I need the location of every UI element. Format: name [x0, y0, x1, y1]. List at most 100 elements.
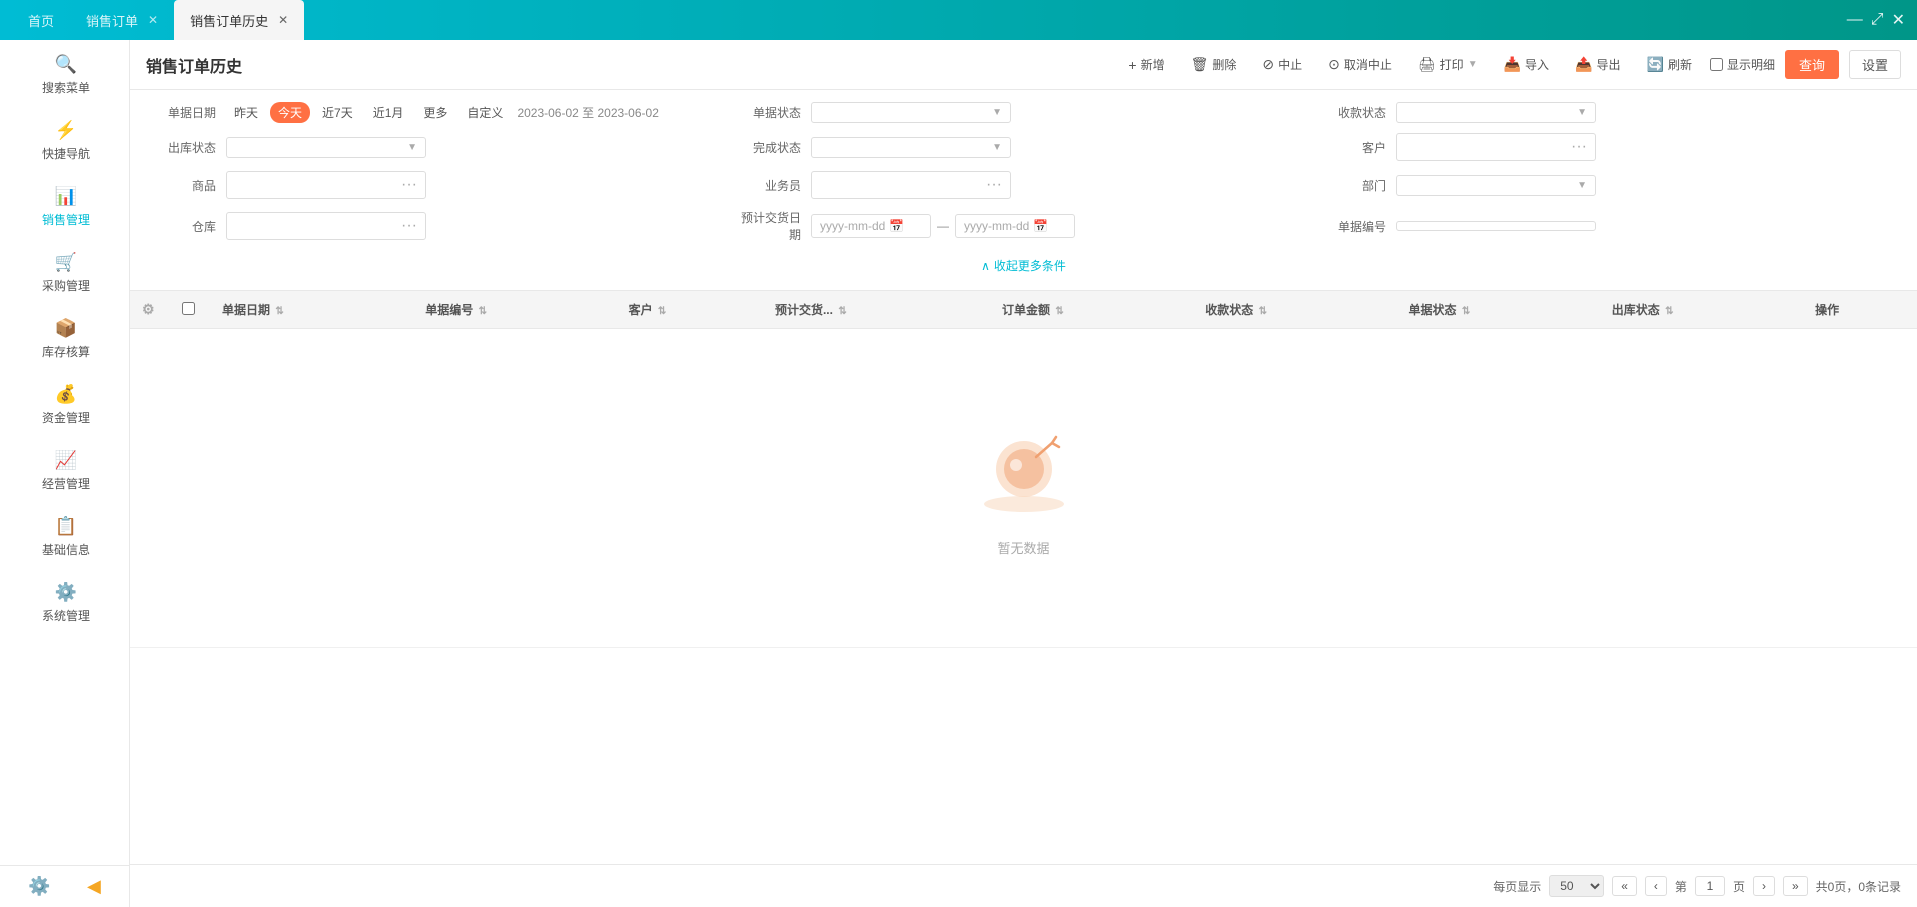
customer-dots[interactable]: ··· [1571, 138, 1587, 156]
department-control: ▼ [1396, 175, 1901, 196]
table-header-row: ⚙ 单据日期 ⇅ 单据编号 ⇅ [130, 291, 1917, 329]
tab-home[interactable]: 首页 [12, 0, 70, 40]
date-tab-yesterday[interactable]: 昨天 [226, 102, 266, 123]
calendar-start-icon: 📅 [889, 219, 904, 233]
collapse-bar[interactable]: ∧ 收起更多条件 [146, 253, 1901, 278]
sidebar-item-basic-info[interactable]: 📋 基础信息 [0, 502, 129, 568]
cancel-stop-button[interactable]: ⊙ 取消中止 [1320, 52, 1400, 77]
sidebar-settings-icon[interactable]: ⚙️ [28, 876, 50, 897]
window-close-icon[interactable]: ✕ [1892, 10, 1905, 30]
sidebar-item-quick-nav[interactable]: ⚡ 快捷导航 [0, 106, 129, 172]
display-toggle-checkbox[interactable] [1710, 58, 1723, 71]
sidebar: 🔍 搜索菜单 ⚡ 快捷导航 📊 销售管理 🛒 采购管理 📦 库存核算 💰 资金管… [0, 40, 130, 907]
tab-sales-order-history-close[interactable]: ✕ [278, 13, 288, 27]
system-mgmt-icon: ⚙️ [55, 582, 77, 603]
query-button[interactable]: 查询 [1785, 50, 1839, 79]
date-tab-last1m[interactable]: 近1月 [365, 102, 412, 123]
sort-delivery-status-icon: ⇅ [1665, 306, 1673, 317]
empty-state-illustration [964, 419, 1084, 522]
filter-row-2: 出库状态 ▼ 完成状态 ▼ 客户 [146, 133, 1901, 161]
th-customer[interactable]: 客户 ⇅ [617, 291, 763, 329]
sort-date-icon: ⇅ [275, 306, 283, 317]
warehouse-select[interactable]: ··· [226, 212, 426, 240]
search-menu-icon: 🔍 [55, 54, 77, 75]
window-maximize-icon[interactable]: ⤢ [1871, 11, 1884, 29]
refresh-icon: 🔄 [1647, 56, 1664, 73]
import-button[interactable]: 📥 导入 [1496, 52, 1557, 77]
warehouse-label: 仓库 [146, 218, 226, 235]
stop-button[interactable]: ⊘ 中止 [1254, 52, 1310, 77]
total-info: 共0页，0条记录 [1816, 878, 1901, 895]
delivery-date-control: yyyy-mm-dd 📅 — yyyy-mm-dd 📅 [811, 214, 1316, 238]
th-date[interactable]: 单据日期 ⇅ [210, 291, 413, 329]
table-settings-icon[interactable]: ⚙ [142, 301, 155, 317]
empty-state: 暂无数据 [142, 339, 1905, 637]
print-button[interactable]: 🖨 打印 ▼ [1410, 52, 1486, 77]
tab-sales-order-history[interactable]: 销售订单历史 ✕ [174, 0, 304, 40]
payment-status-select[interactable]: ▼ [1396, 102, 1596, 123]
export-button[interactable]: 📤 导出 [1567, 52, 1628, 77]
salesperson-dots[interactable]: ··· [986, 176, 1002, 194]
sidebar-item-inventory[interactable]: 📦 库存核算 [0, 304, 129, 370]
date-tab-custom[interactable]: 自定义 [459, 102, 511, 123]
topbar-right: — ⤢ ✕ [1847, 10, 1905, 30]
delivery-status-arrow: ▼ [407, 142, 417, 153]
table-area: ⚙ 单据日期 ⇅ 单据编号 ⇅ [130, 291, 1917, 864]
first-page-button[interactable]: « [1612, 876, 1637, 896]
select-all-checkbox[interactable] [182, 302, 195, 315]
order-no-control [1396, 221, 1901, 231]
delivery-date-end-input[interactable]: yyyy-mm-dd 📅 [955, 214, 1075, 238]
salesperson-select[interactable]: ··· [811, 171, 1011, 199]
order-no-input[interactable] [1396, 221, 1596, 231]
refresh-button[interactable]: 🔄 刷新 [1639, 52, 1700, 77]
th-action: 操作 [1803, 291, 1917, 329]
department-select[interactable]: ▼ [1396, 175, 1596, 196]
window-minimize-icon[interactable]: — [1847, 11, 1863, 29]
customer-label: 客户 [1316, 139, 1396, 156]
delivery-status-select[interactable]: ▼ [226, 137, 426, 158]
date-tabs: 昨天 今天 近7天 近1月 更多 自定义 [226, 102, 511, 123]
th-amount[interactable]: 订单金额 ⇅ [990, 291, 1193, 329]
per-page-label: 每页显示 [1493, 878, 1541, 895]
tab-sales-order[interactable]: 销售订单 ✕ [70, 0, 174, 40]
warehouse-dots[interactable]: ··· [401, 217, 417, 235]
customer-select[interactable]: ··· [1396, 133, 1596, 161]
date-tab-more[interactable]: 更多 [415, 102, 455, 123]
delivery-date-start-input[interactable]: yyyy-mm-dd 📅 [811, 214, 931, 238]
prev-page-button[interactable]: ‹ [1645, 876, 1667, 896]
current-page-input[interactable]: 1 [1695, 876, 1725, 896]
th-delivery-date[interactable]: 预计交货... ⇅ [763, 291, 990, 329]
sidebar-item-system-mgmt[interactable]: ⚙️ 系统管理 [0, 568, 129, 634]
new-button[interactable]: + 新增 [1120, 52, 1172, 77]
export-icon: 📤 [1575, 56, 1592, 73]
last-page-button[interactable]: » [1783, 876, 1808, 896]
date-tab-last7[interactable]: 近7天 [314, 102, 361, 123]
th-payment-status[interactable]: 收款状态 ⇅ [1193, 291, 1396, 329]
complete-status-select[interactable]: ▼ [811, 137, 1011, 158]
th-order-no[interactable]: 单据编号 ⇅ [413, 291, 616, 329]
per-page-select[interactable]: 50 10 20 100 [1549, 875, 1604, 897]
sidebar-item-finance[interactable]: 💰 资金管理 [0, 370, 129, 436]
th-settings: ⚙ [130, 291, 170, 329]
sidebar-item-sales-mgmt[interactable]: 📊 销售管理 [0, 172, 129, 238]
sidebar-item-purchase-mgmt[interactable]: 🛒 采购管理 [0, 238, 129, 304]
print-icon: 🖨 [1418, 56, 1436, 73]
sort-payment-status-icon: ⇅ [1259, 306, 1267, 317]
settings-button[interactable]: 设置 [1849, 50, 1901, 79]
page-prefix: 第 [1675, 878, 1687, 895]
tab-sales-order-close[interactable]: ✕ [148, 13, 158, 27]
department-arrow: ▼ [1577, 180, 1587, 191]
next-page-button[interactable]: › [1753, 876, 1775, 896]
order-status-select[interactable]: ▼ [811, 102, 1011, 123]
sidebar-collapse-icon[interactable]: ◀ [87, 876, 101, 897]
page-suffix: 页 [1733, 878, 1745, 895]
complete-status-label: 完成状态 [731, 139, 811, 156]
date-tab-today[interactable]: 今天 [270, 102, 310, 123]
sidebar-item-operations[interactable]: 📈 经营管理 [0, 436, 129, 502]
sidebar-item-search-menu[interactable]: 🔍 搜索菜单 [0, 40, 129, 106]
goods-select[interactable]: ··· [226, 171, 426, 199]
delete-button[interactable]: 🗑 删除 [1183, 52, 1245, 77]
th-order-status[interactable]: 单据状态 ⇅ [1397, 291, 1600, 329]
th-delivery-status[interactable]: 出库状态 ⇅ [1600, 291, 1803, 329]
goods-dots[interactable]: ··· [401, 176, 417, 194]
